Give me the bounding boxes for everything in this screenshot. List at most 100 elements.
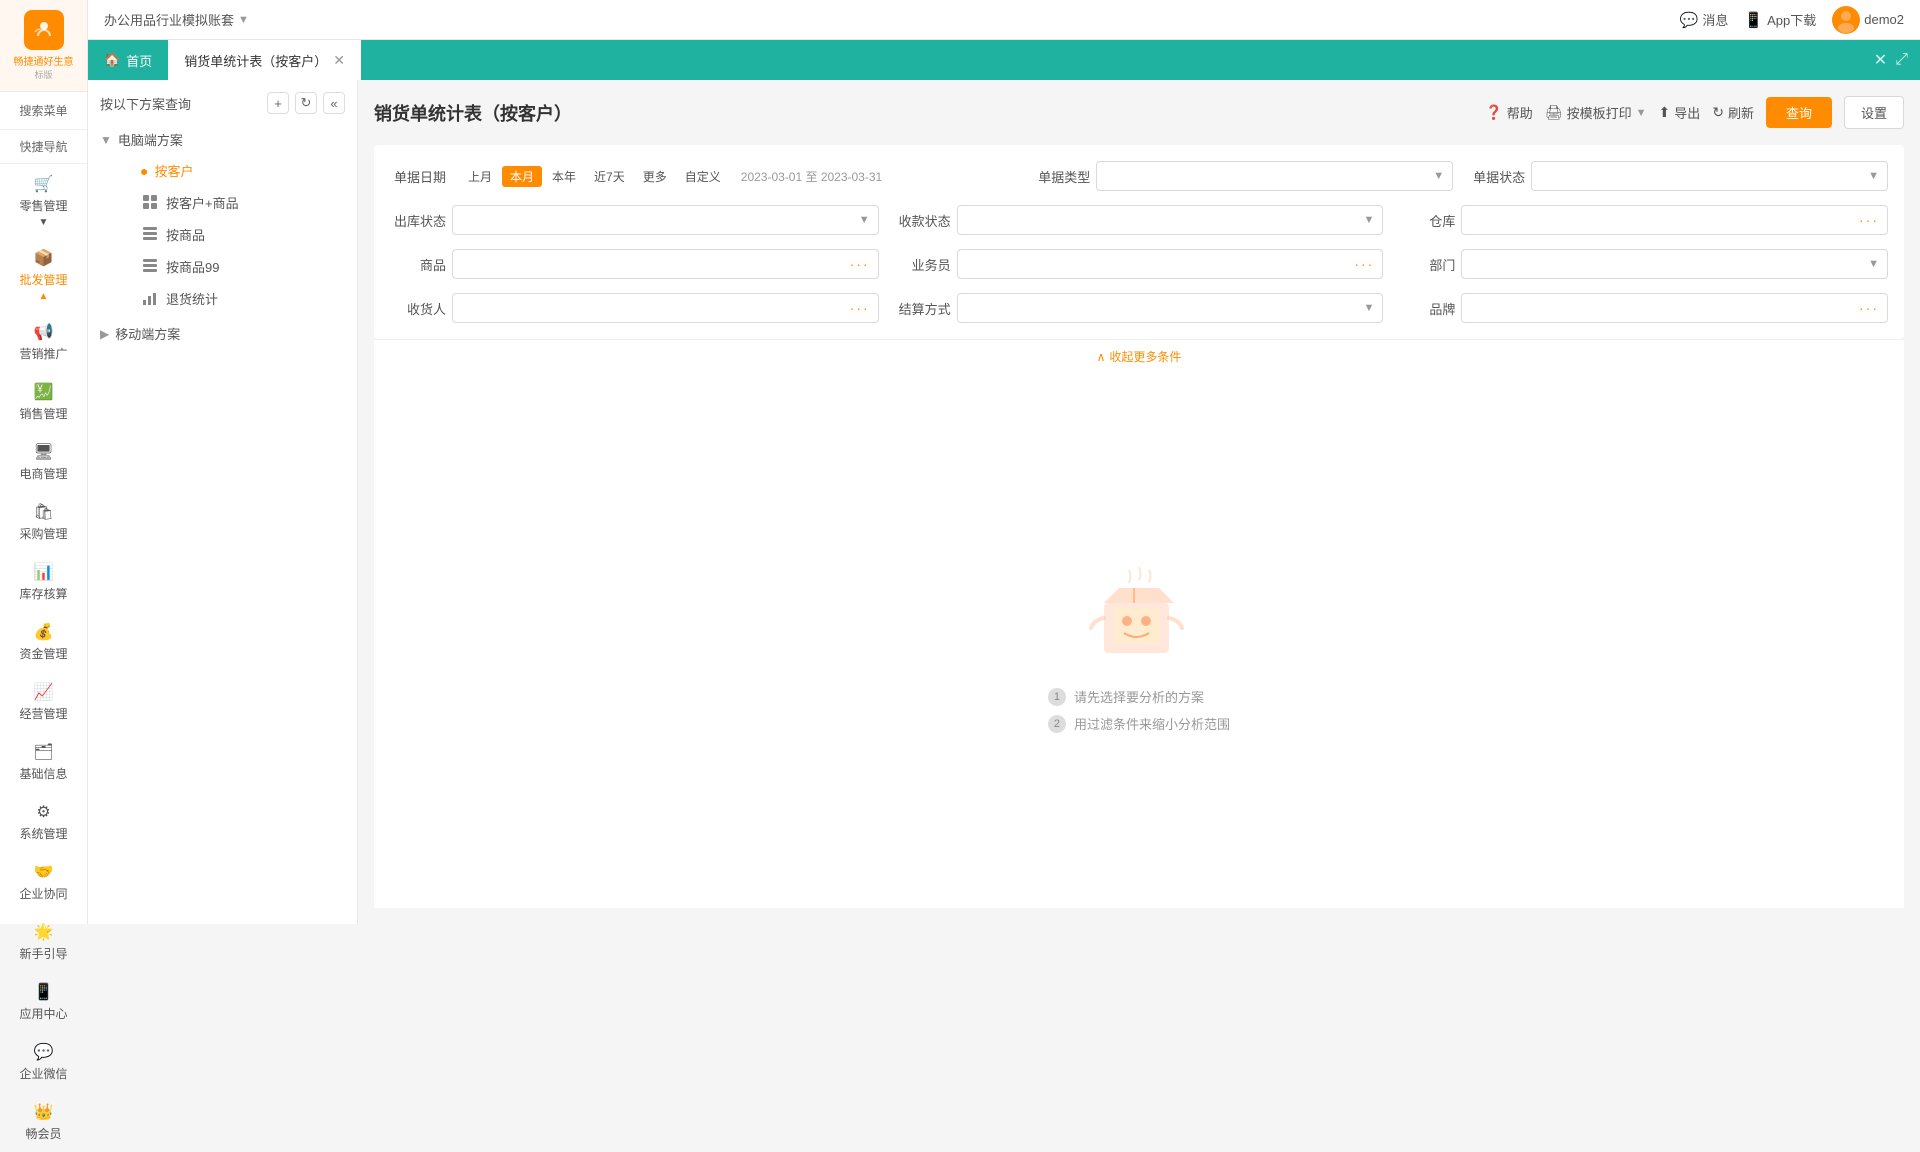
sidebar-item-app-center[interactable]: 📱 应用中心 [0, 972, 87, 1032]
date-controls: 上月 本月 本年 近7天 更多 自定义 2023-03-01 至 2023-03… [452, 166, 1018, 187]
product-select[interactable]: ··· [452, 249, 879, 279]
member-icon: 👑 [34, 1102, 54, 1122]
by-product-icon [140, 224, 160, 244]
doc-type-select[interactable]: ▼ [1096, 161, 1453, 191]
sidebar-item-marketing[interactable]: 📢 营销推广 [0, 312, 87, 372]
sidebar-item-wholesale[interactable]: 📦 批发管理 ▲ [0, 238, 87, 312]
tab-close-btn[interactable]: ✕ [333, 52, 345, 69]
app-download-btn[interactable]: 📱 App下载 [1744, 10, 1816, 29]
left-panel: 按以下方案查询 + ↻ « ▼ 电脑端方案 ● 按客户 [88, 80, 358, 924]
tree-item-by-customer[interactable]: ● 按客户 [116, 155, 357, 186]
help-icon: ❓ [1485, 104, 1502, 121]
ecommerce-icon: 🖥 [33, 442, 53, 462]
quick-nav[interactable]: 快捷导航 [0, 130, 87, 164]
date-tab-more[interactable]: 更多 [635, 166, 675, 187]
purchase-icon: 🛍 [33, 502, 53, 522]
add-scheme-btn[interactable]: + [267, 92, 289, 114]
settings-button[interactable]: 设置 [1844, 96, 1904, 129]
date-tab-custom[interactable]: 自定义 [677, 166, 729, 187]
payment-method-label: 结算方式 [895, 299, 951, 318]
content-area: 按以下方案查询 + ↻ « ▼ 电脑端方案 ● 按客户 [88, 80, 1920, 924]
print-btn[interactable]: 🖨 按模板打印 ▼ [1545, 103, 1647, 122]
sidebar-item-inventory[interactable]: 📊 库存核算 [0, 552, 87, 612]
sidebar-item-system[interactable]: ⚙ 系统管理 [0, 792, 87, 852]
tab-home[interactable]: 🏠 首页 [88, 40, 168, 80]
empty-tips: 1 请先选择要分析的方案 2 用过滤条件来缩小分析范围 [1048, 687, 1230, 733]
message-btn[interactable]: 💬 消息 [1680, 10, 1729, 29]
out-status-chevron-icon: ▼ [859, 214, 870, 226]
retail-icon: 🛒 [34, 174, 54, 194]
filter-product-group: 商品 ··· [390, 249, 879, 279]
help-btn[interactable]: ❓ 帮助 [1485, 103, 1532, 122]
tree-item-customer-product[interactable]: 按客户+商品 [116, 186, 357, 218]
customer-product-icon [140, 192, 160, 212]
filter-row-3: 商品 ··· 业务员 ··· 部门 [390, 249, 1888, 279]
sidebar-item-wechat[interactable]: 💬 企业微信 [0, 1032, 87, 1092]
salesperson-select[interactable]: ··· [957, 249, 1384, 279]
filter-payment-group: 结算方式 ▼ [895, 293, 1384, 323]
customer-active-icon: ● [140, 163, 148, 179]
brand-select[interactable]: ··· [1461, 293, 1888, 323]
filter-date-group: 单据日期 上月 本月 本年 近7天 更多 自定义 2023-03-01 至 20… [390, 166, 1018, 187]
empty-state: 1 请先选择要分析的方案 2 用过滤条件来缩小分析范围 [374, 373, 1904, 908]
return-stat-icon [140, 288, 160, 308]
refresh-scheme-btn[interactable]: ↻ [295, 92, 317, 114]
user-profile[interactable]: demo2 [1832, 6, 1904, 34]
query-button[interactable]: 查询 [1766, 97, 1832, 128]
sidebar-item-finance[interactable]: 💰 资金管理 [0, 612, 87, 672]
payment-chevron-icon: ▼ [1363, 302, 1374, 314]
empty-tip-2: 2 用过滤条件来缩小分析范围 [1048, 714, 1230, 733]
industry-selector[interactable]: 办公用品行业模拟账套 ▼ [104, 10, 249, 29]
payment-method-select[interactable]: ▼ [957, 293, 1384, 323]
date-tab-last-7[interactable]: 近7天 [586, 166, 633, 187]
sidebar-item-purchase[interactable]: 🛍 采购管理 [0, 492, 87, 552]
print-icon: 🖨 [1545, 104, 1563, 121]
tree-mobile-group[interactable]: ▶ 移动端方案 [88, 318, 357, 349]
date-tab-this-year[interactable]: 本年 [544, 166, 584, 187]
brand-dots-icon: ··· [1859, 300, 1879, 316]
export-btn[interactable]: ⬆ 导出 [1658, 103, 1700, 122]
out-status-label: 出库状态 [390, 211, 446, 230]
refresh-btn[interactable]: ↻ 刷新 [1712, 103, 1754, 122]
filter-doc-status-group: 单据状态 ▼ [1469, 161, 1888, 191]
panel-header: 按以下方案查询 + ↻ « [88, 92, 357, 124]
sidebar-item-member[interactable]: 👑 畅会员 [0, 1092, 87, 1152]
sidebar-item-enterprise[interactable]: 🤝 企业协同 [0, 852, 87, 912]
doc-status-chevron-icon: ▼ [1868, 170, 1879, 182]
date-tab-this-month[interactable]: 本月 [502, 166, 542, 187]
consignee-select[interactable]: ··· [452, 293, 879, 323]
sidebar-item-sales[interactable]: 💹 销售管理 [0, 372, 87, 432]
brand-label: 品牌 [1399, 299, 1455, 318]
tree-item-product-99[interactable]: 按商品99 [116, 250, 357, 282]
tab-sales-stat[interactable]: 销货单统计表（按客户） ✕ [168, 40, 361, 80]
sidebar-item-operations[interactable]: 📈 经营管理 [0, 672, 87, 732]
page-title-actions: ❓ 帮助 🖨 按模板打印 ▼ ⬆ 导出 ↻ 刷新 [1485, 96, 1904, 129]
panel-title: 按以下方案查询 [100, 94, 191, 113]
filter-row-4: 收货人 ··· 结算方式 ▼ 品牌 [390, 293, 1888, 323]
product-label: 商品 [390, 255, 446, 274]
filter-consignee-group: 收货人 ··· [390, 293, 879, 323]
tab-close-all-btn[interactable]: ✕ [1874, 50, 1887, 70]
avatar [1832, 6, 1860, 34]
refresh-icon: ↻ [1712, 104, 1724, 121]
sidebar-item-ecommerce[interactable]: 🖥 电商管理 [0, 432, 87, 492]
date-tab-last-month[interactable]: 上月 [460, 166, 500, 187]
sidebar-item-basic[interactable]: 🗂 基础信息 [0, 732, 87, 792]
tab-expand-btn[interactable]: ⤢ [1895, 51, 1908, 69]
warehouse-select[interactable]: ··· [1461, 205, 1888, 235]
collapse-panel-btn[interactable]: « [323, 92, 345, 114]
tree-item-return-stat[interactable]: 退货统计 [116, 282, 357, 314]
filter-receive-status-group: 收款状态 ▼ [895, 205, 1384, 235]
doc-type-chevron-icon: ▼ [1433, 170, 1444, 182]
tree-item-by-product[interactable]: 按商品 [116, 218, 357, 250]
receive-status-select[interactable]: ▼ [957, 205, 1384, 235]
sidebar-item-retail[interactable]: 🛒 零售管理 ▼ [0, 164, 87, 238]
enterprise-icon: 🤝 [34, 862, 54, 882]
doc-status-select[interactable]: ▼ [1531, 161, 1888, 191]
dept-select[interactable]: ▼ [1461, 249, 1888, 279]
search-menu[interactable]: 搜索菜单 [0, 92, 87, 130]
out-status-select[interactable]: ▼ [452, 205, 879, 235]
collapse-bar[interactable]: ∧ 收起更多条件 [374, 339, 1904, 373]
sidebar-item-newbie[interactable]: 🌟 新手引导 [0, 912, 87, 972]
tree-desktop-group[interactable]: ▼ 电脑端方案 [88, 124, 357, 155]
